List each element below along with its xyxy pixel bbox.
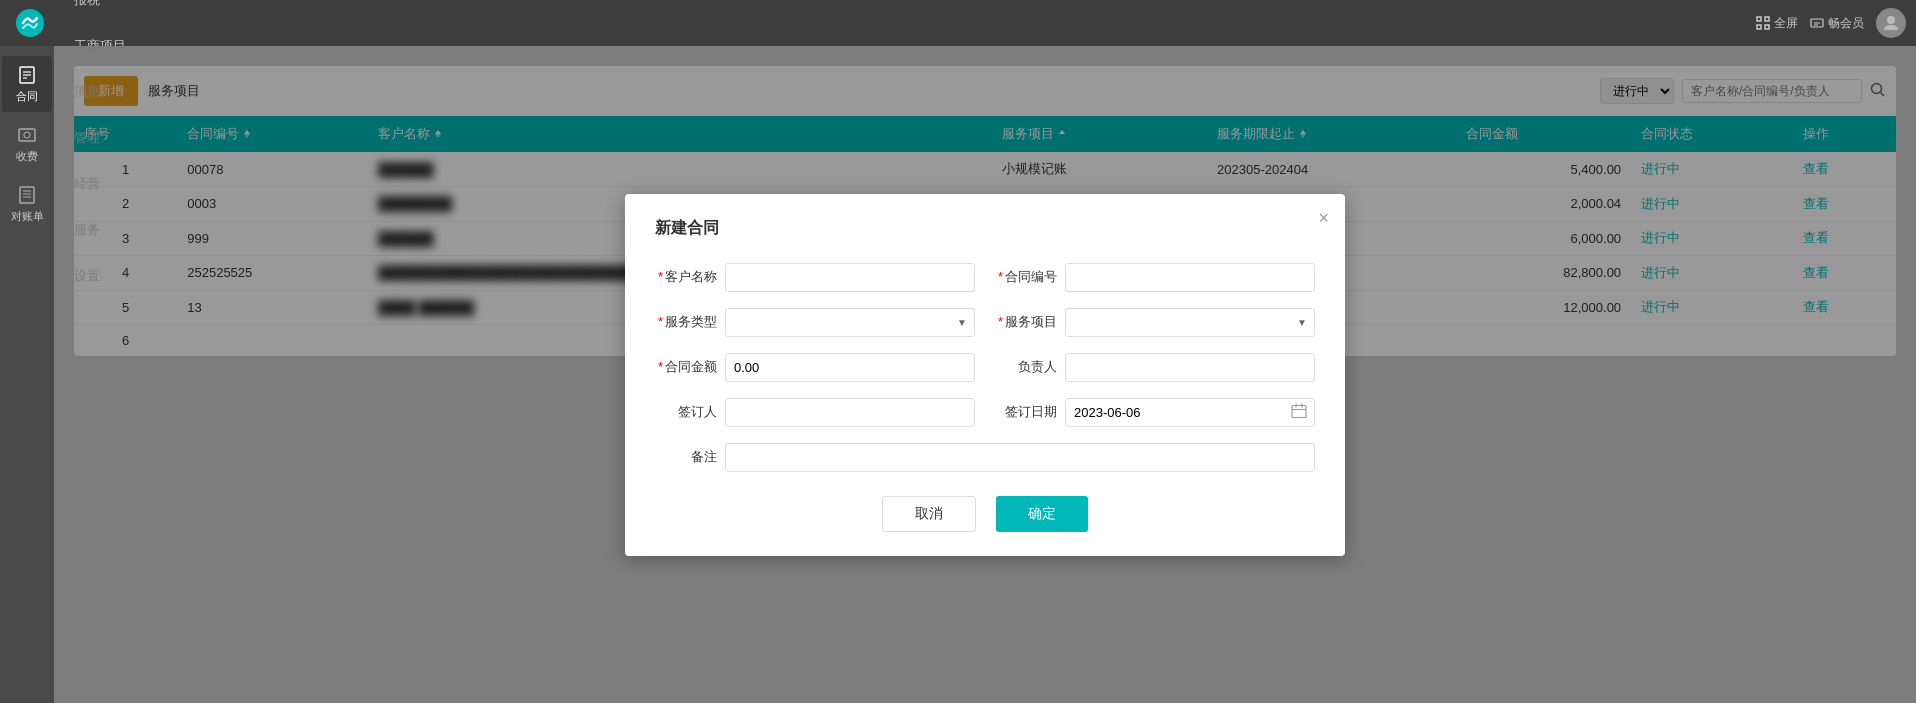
form-field-contract-no: 合同编号	[995, 263, 1315, 292]
sidebar-item-fee[interactable]: 收费	[2, 116, 52, 172]
form-field-remark: 备注	[655, 443, 1315, 472]
confirm-button[interactable]: 确定	[996, 496, 1088, 532]
service-type-select[interactable]	[725, 308, 975, 337]
svg-rect-3	[1757, 25, 1761, 29]
modal-close-button[interactable]: ×	[1318, 208, 1329, 229]
amount-label: 合同金额	[655, 358, 725, 376]
contract-icon	[16, 64, 38, 86]
statement-icon	[16, 184, 38, 206]
contract-no-input[interactable]	[1065, 263, 1315, 292]
content-area: 新增 服务项目 进行中 已完成 已取消	[54, 46, 1916, 703]
service-type-label: 服务类型	[655, 313, 725, 331]
modal-footer: 取消 确定	[655, 496, 1315, 532]
signer-input[interactable]	[725, 398, 975, 427]
customer-name-label: 客户名称	[655, 268, 725, 286]
sidebar-item-label: 收费	[16, 149, 38, 164]
amount-input[interactable]: 0.00	[725, 353, 975, 382]
form-field-customer: 客户名称	[655, 263, 975, 292]
svg-rect-4	[1765, 25, 1769, 29]
sign-date-input[interactable]: 2023-06-06	[1065, 398, 1315, 427]
sign-date-label: 签订日期	[995, 403, 1065, 421]
form-field-service-type: 服务类型	[655, 308, 975, 337]
fullscreen-button[interactable]: 全屏	[1756, 15, 1798, 32]
form-field-service-item: 服务项目	[995, 308, 1315, 337]
sidebar-item-label: 合同	[16, 89, 38, 104]
form-row-2: 服务类型 服务项目	[655, 308, 1315, 337]
signer-label: 签订人	[655, 403, 725, 421]
cancel-button[interactable]: 取消	[882, 496, 976, 532]
svg-rect-13	[19, 129, 35, 141]
sidebar-item-statement[interactable]: 对账单	[2, 176, 52, 232]
form-row-5: 备注	[655, 443, 1315, 472]
svg-rect-15	[20, 187, 34, 203]
service-item-select[interactable]	[1065, 308, 1315, 337]
logo	[10, 3, 50, 43]
responsible-input[interactable]	[1065, 353, 1315, 382]
service-type-select-wrapper	[725, 308, 975, 337]
new-contract-modal: × 新建合同 客户名称 合同编号 服务类型	[625, 194, 1345, 556]
responsible-label: 负责人	[995, 358, 1065, 376]
top-nav-right: 全屏 畅会员	[1756, 8, 1906, 38]
remark-label: 备注	[655, 448, 725, 466]
form-field-signer: 签订人	[655, 398, 975, 427]
svg-rect-1	[1757, 17, 1761, 21]
form-field-responsible: 负责人	[995, 353, 1315, 382]
svg-point-0	[16, 9, 44, 37]
remark-input[interactable]	[725, 443, 1315, 472]
sidebar-item-contract[interactable]: 合同	[2, 56, 52, 112]
fullscreen-label: 全屏	[1774, 15, 1798, 32]
sidebar-item-label: 对账单	[11, 209, 44, 224]
form-row-3: 合同金额 0.00 负责人	[655, 353, 1315, 382]
svg-point-14	[24, 132, 30, 138]
sign-date-wrapper: 2023-06-06	[1065, 398, 1315, 427]
svg-rect-2	[1765, 17, 1769, 21]
contract-no-label: 合同编号	[995, 268, 1065, 286]
nav-item-tax[interactable]: 报税	[60, 0, 140, 23]
calendar-icon[interactable]	[1291, 403, 1307, 422]
member-button[interactable]: 畅会员	[1810, 15, 1864, 32]
form-row-1: 客户名称 合同编号	[655, 263, 1315, 292]
service-item-label: 服务项目	[995, 313, 1065, 331]
form-field-amount: 合同金额 0.00	[655, 353, 975, 382]
user-avatar[interactable]	[1876, 8, 1906, 38]
main-layout: 合同 收费 对账单 新增 服务项目 进行中 已完成	[0, 46, 1916, 703]
top-nav: 首页客户收费票据new记账报税工商项目消息管理经营服务设置 全屏 畅会员	[0, 0, 1916, 46]
service-item-select-wrapper	[1065, 308, 1315, 337]
form-row-4: 签订人 签订日期 2023-06-06	[655, 398, 1315, 427]
form-field-sign-date: 签订日期 2023-06-06	[995, 398, 1315, 427]
modal-title: 新建合同	[655, 218, 1315, 239]
sidebar: 合同 收费 对账单	[0, 46, 54, 703]
svg-point-8	[1887, 16, 1895, 24]
modal-overlay: × 新建合同 客户名称 合同编号 服务类型	[54, 46, 1916, 703]
member-label: 畅会员	[1828, 15, 1864, 32]
fee-icon	[16, 124, 38, 146]
svg-rect-21	[1292, 406, 1306, 418]
customer-name-input[interactable]	[725, 263, 975, 292]
